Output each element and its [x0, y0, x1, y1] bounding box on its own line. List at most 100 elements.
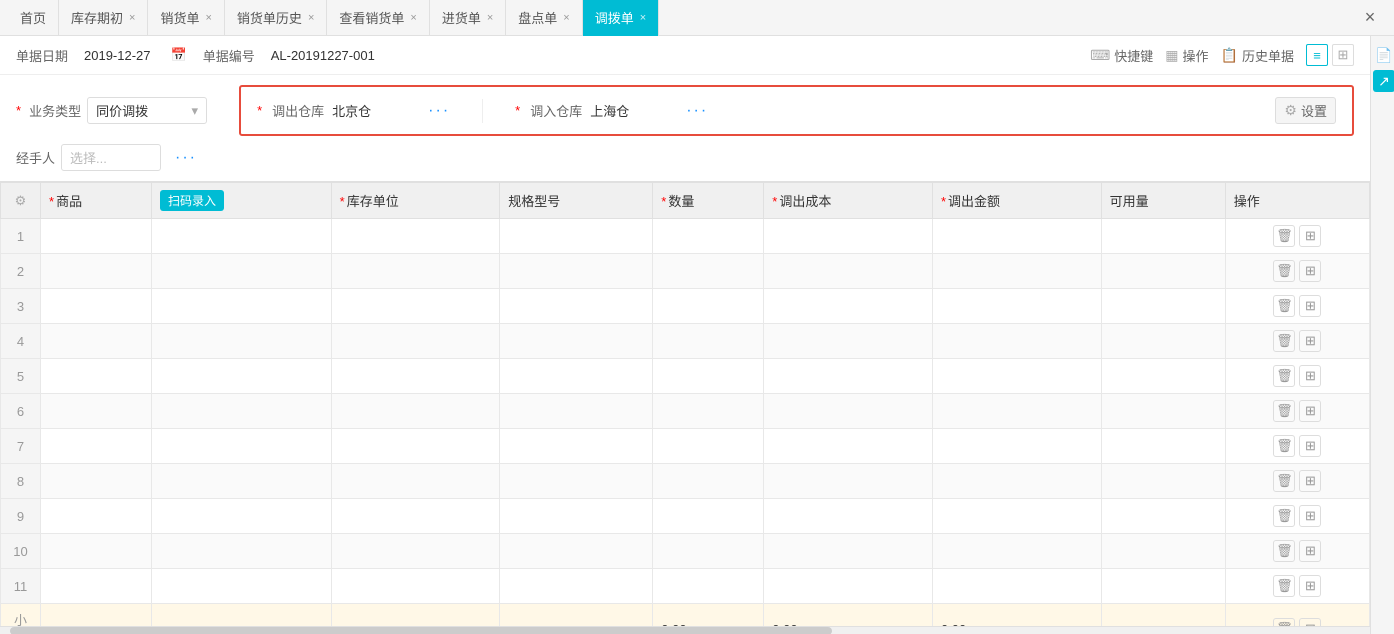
cell-product[interactable]: [41, 569, 152, 604]
operation-action[interactable]: ▦ 操作: [1165, 46, 1208, 65]
cell-spec[interactable]: [500, 254, 653, 289]
cell-unit[interactable]: [331, 569, 500, 604]
cell-qty[interactable]: [653, 219, 764, 254]
cell-spec[interactable]: [500, 569, 653, 604]
cell-qty[interactable]: [653, 324, 764, 359]
cell-cost[interactable]: [764, 534, 933, 569]
cell-product[interactable]: [41, 394, 152, 429]
cell-qty[interactable]: [653, 534, 764, 569]
window-close-button[interactable]: ×: [1354, 2, 1386, 34]
cell-unit[interactable]: [331, 534, 500, 569]
cell-unit[interactable]: [331, 429, 500, 464]
delete-row-icon[interactable]: 🗑: [1273, 505, 1295, 527]
scrollbar-thumb[interactable]: [10, 627, 832, 634]
history-action[interactable]: 📋 历史单据: [1221, 46, 1294, 65]
cell-spec[interactable]: [500, 359, 653, 394]
cell-unit[interactable]: [331, 394, 500, 429]
cell-product[interactable]: [41, 499, 152, 534]
cell-unit[interactable]: [331, 324, 500, 359]
delete-row-icon[interactable]: 🗑: [1273, 365, 1295, 387]
copy-row-icon[interactable]: ⊞: [1299, 575, 1321, 597]
cell-amount[interactable]: [932, 464, 1101, 499]
cell-product[interactable]: [41, 219, 152, 254]
cell-available[interactable]: [1101, 569, 1225, 604]
cell-available[interactable]: [1101, 254, 1225, 289]
cell-available[interactable]: [1101, 499, 1225, 534]
copy-row-icon[interactable]: ⊞: [1299, 470, 1321, 492]
cell-cost[interactable]: [764, 569, 933, 604]
tab-view-sales[interactable]: 查看销货单 ×: [327, 0, 429, 36]
cell-available[interactable]: [1101, 464, 1225, 499]
copy-row-icon[interactable]: ⊞: [1299, 505, 1321, 527]
copy-row-icon[interactable]: ⊞: [1299, 400, 1321, 422]
cell-available[interactable]: [1101, 359, 1225, 394]
tab-close-view-sales[interactable]: ×: [410, 12, 416, 24]
cell-qty[interactable]: [653, 464, 764, 499]
person-more[interactable]: ···: [175, 149, 197, 167]
delete-row-icon[interactable]: 🗑: [1273, 540, 1295, 562]
warehouse-settings-btn[interactable]: ⚙ 设置: [1275, 97, 1336, 124]
business-type-select[interactable]: 同价调拨 ▾: [87, 97, 207, 124]
copy-row-icon[interactable]: ⊞: [1299, 330, 1321, 352]
cell-available[interactable]: [1101, 429, 1225, 464]
tab-close-transfer[interactable]: ×: [640, 12, 646, 24]
warehouse-in-more[interactable]: ···: [686, 102, 708, 120]
tab-stocktake[interactable]: 盘点单 ×: [506, 0, 582, 36]
tab-purchase[interactable]: 进货单 ×: [430, 0, 506, 36]
cell-available[interactable]: [1101, 534, 1225, 569]
cell-amount[interactable]: [932, 534, 1101, 569]
delete-row-icon[interactable]: 🗑: [1273, 295, 1295, 317]
cell-cost[interactable]: [764, 429, 933, 464]
sidebar-doc-icon[interactable]: 📄: [1373, 44, 1394, 66]
cell-product[interactable]: [41, 534, 152, 569]
cell-available[interactable]: [1101, 324, 1225, 359]
tab-close-sales-history[interactable]: ×: [308, 12, 314, 24]
cell-spec[interactable]: [500, 394, 653, 429]
copy-row-icon[interactable]: ⊞: [1299, 365, 1321, 387]
cell-available[interactable]: [1101, 289, 1225, 324]
tab-home[interactable]: 首页: [8, 0, 59, 36]
tab-close-inventory-init[interactable]: ×: [129, 12, 135, 24]
cell-cost[interactable]: [764, 289, 933, 324]
grid-view-icon[interactable]: ⊞: [1332, 44, 1354, 66]
copy-row-icon[interactable]: ⊞: [1299, 295, 1321, 317]
delete-row-icon[interactable]: 🗑: [1273, 470, 1295, 492]
cell-spec[interactable]: [500, 429, 653, 464]
cell-cost[interactable]: [764, 359, 933, 394]
shortcut-action[interactable]: ⌨ 快捷键: [1090, 46, 1153, 65]
tab-close-sales-order[interactable]: ×: [205, 12, 211, 24]
subtotal-delete-icon[interactable]: 🗑: [1273, 618, 1295, 626]
cell-amount[interactable]: [932, 254, 1101, 289]
cell-amount[interactable]: [932, 394, 1101, 429]
delete-row-icon[interactable]: 🗑: [1273, 575, 1295, 597]
copy-row-icon[interactable]: ⊞: [1299, 435, 1321, 457]
th-settings[interactable]: ⚙: [1, 183, 41, 219]
copy-row-icon[interactable]: ⊞: [1299, 540, 1321, 562]
cell-amount[interactable]: [932, 569, 1101, 604]
delete-row-icon[interactable]: 🗑: [1273, 225, 1295, 247]
cell-cost[interactable]: [764, 219, 933, 254]
cell-qty[interactable]: [653, 289, 764, 324]
column-settings-icon[interactable]: ⚙: [9, 193, 32, 209]
cell-unit[interactable]: [331, 499, 500, 534]
tab-close-stocktake[interactable]: ×: [563, 12, 569, 24]
tab-sales-history[interactable]: 销货单历史 ×: [225, 0, 327, 36]
cell-amount[interactable]: [932, 324, 1101, 359]
horizontal-scrollbar[interactable]: [0, 626, 1370, 634]
scan-button[interactable]: 扫码录入: [160, 190, 224, 211]
cell-qty[interactable]: [653, 569, 764, 604]
warehouse-out-more[interactable]: ···: [428, 102, 450, 120]
tab-close-purchase[interactable]: ×: [487, 12, 493, 24]
cell-spec[interactable]: [500, 219, 653, 254]
cell-qty[interactable]: [653, 429, 764, 464]
cell-available[interactable]: [1101, 219, 1225, 254]
list-view-icon[interactable]: ≡: [1306, 44, 1328, 66]
copy-row-icon[interactable]: ⊞: [1299, 260, 1321, 282]
cell-qty[interactable]: [653, 499, 764, 534]
tab-inventory-init[interactable]: 库存期初 ×: [59, 0, 148, 36]
cell-amount[interactable]: [932, 429, 1101, 464]
cell-amount[interactable]: [932, 219, 1101, 254]
sidebar-export-icon[interactable]: ↗: [1373, 70, 1394, 92]
cell-cost[interactable]: [764, 254, 933, 289]
cell-amount[interactable]: [932, 359, 1101, 394]
